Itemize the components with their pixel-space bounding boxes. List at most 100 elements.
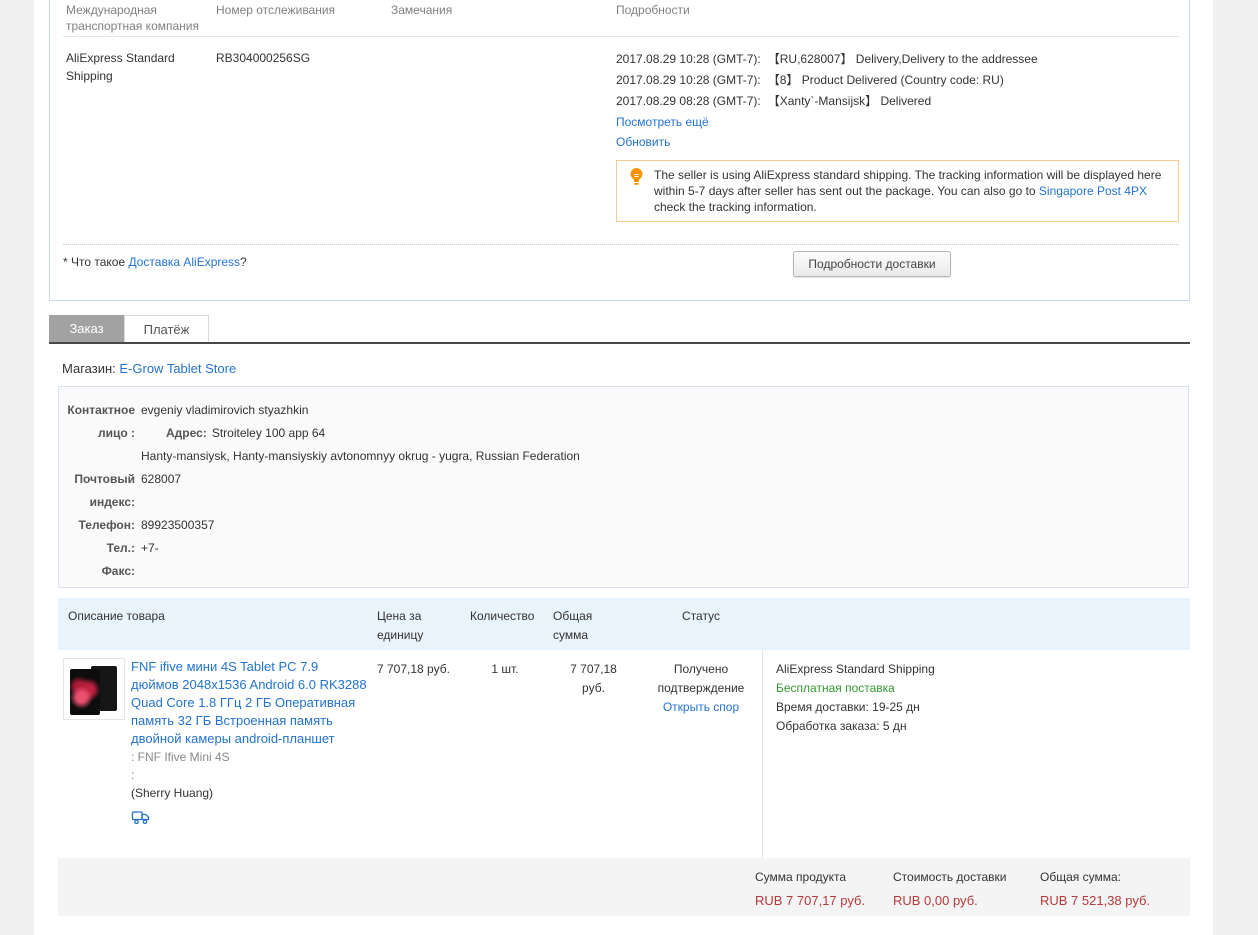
contact-city-value: Hanty-mansiysk, Hanty-mansiyskiy avtonom…	[141, 449, 580, 463]
order-status: подтверждение	[657, 681, 745, 695]
event-description: 【Xanty`-Mansijsk】 Delivered	[767, 94, 932, 108]
order-tabs: Заказ Платёж	[49, 315, 1190, 344]
product-row: FNF ifive мини 4S Tablet PC 7.9 дюймов 2…	[58, 650, 1190, 858]
store-line: Магазин: E-Grow Tablet Store	[62, 361, 1213, 376]
quantity: 1 шт.	[491, 662, 519, 676]
tracking-header-row: Международная транспортная компания Номе…	[63, 0, 1179, 37]
tracking-event: 2017.08.29 08:28 (GMT-7): 【Xanty`-Mansijs…	[616, 91, 1179, 112]
tab-payment[interactable]: Платёж	[124, 315, 209, 342]
unit-price: 7 707,18 руб.	[377, 662, 450, 676]
contact-label: Факс:	[101, 564, 135, 578]
contact-label: Контактное	[67, 403, 135, 417]
notice-text-after: check the tracking information.	[654, 200, 817, 214]
singapore-post-link[interactable]: Singapore Post 4PX	[1039, 184, 1147, 198]
event-time: 2017.08.29 10:28 (GMT-7):	[616, 52, 761, 66]
column-header-status: Статус	[682, 609, 720, 623]
what-is-shipping-link[interactable]: Доставка AliExpress	[128, 255, 240, 269]
shipping-truck-icon[interactable]	[131, 810, 150, 828]
total-item-product: Сумма продукта RUB 7 707,17 руб.	[755, 870, 893, 916]
open-dispute-link[interactable]: Открыть спор	[640, 698, 762, 717]
tracking-event: 2017.08.29 10:28 (GMT-7): 【RU,628007】 Del…	[616, 49, 1179, 70]
product-title-link[interactable]: FNF ifive мини 4S Tablet PC 7.9 дюймов 2…	[131, 658, 368, 748]
shipping-footer-row: * Что такое Доставка AliExpress? Подробн…	[63, 245, 1179, 300]
contact-empty-value	[141, 491, 1168, 514]
tracking-header-number: Номер отслеживания	[216, 3, 336, 17]
total-label: Общая сумма:	[1040, 870, 1121, 884]
total-item-shipping: Стоимость доставки RUB 0,00 руб.	[893, 870, 1040, 916]
total-value: RUB 7 521,38 руб.	[1040, 893, 1151, 908]
column-header-quantity: Количество	[470, 609, 535, 623]
tablet-front-graphic	[70, 669, 100, 715]
column-header-total: Общая сумма	[553, 609, 593, 642]
what-is-suffix: ?	[240, 255, 247, 269]
store-label: Магазин:	[62, 361, 116, 376]
tracking-number: RB304000256SG	[216, 51, 311, 65]
what-is-prefix: * Что такое	[63, 255, 129, 269]
total-item-grand: Общая сумма: RUB 7 521,38 руб.	[1040, 870, 1190, 916]
see-more-link[interactable]: Посмотреть ещё	[616, 112, 1179, 132]
product-variant: :	[131, 768, 135, 782]
total-label: Стоимость доставки	[893, 870, 1007, 884]
contact-fax-value	[141, 560, 1168, 583]
product-variant: : FNF Ifive Mini 4S	[131, 750, 230, 764]
total-value: RUB 0,00 руб.	[893, 893, 978, 908]
main-content: Международная транспортная компания Номе…	[34, 0, 1213, 935]
order-table-header: Описание товара Цена за единицу Количест…	[58, 598, 1190, 650]
product-description-cell: FNF ifive мини 4S Tablet PC 7.9 дюймов 2…	[58, 650, 368, 858]
contact-label	[59, 445, 135, 468]
event-description: 【8】 Product Delivered (Country code: RU)	[767, 73, 1004, 87]
total-price: 7 707,18 руб.	[547, 650, 640, 858]
contact-label: Почтовый	[74, 472, 135, 486]
contact-label: Тел.:	[106, 541, 135, 555]
tracking-panel: Международная транспортная компания Номе…	[49, 0, 1190, 301]
shipping-info-cell: AliExpress Standard Shipping Бесплатная …	[762, 650, 1190, 858]
tracking-remarks	[388, 49, 616, 222]
free-shipping-label: Бесплатная поставка	[776, 681, 895, 695]
contact-address-value: Адрес: Stroiteley 100 app 64	[141, 422, 1168, 445]
processing-time: Обработка заказа: 5 дн	[776, 719, 907, 733]
product-info: FNF ifive мини 4S Tablet PC 7.9 дюймов 2…	[131, 650, 368, 858]
contact-tel-value: +7-	[141, 541, 159, 555]
event-description: 【RU,628007】 Delivery,Delivery to the add…	[767, 52, 1038, 66]
tracking-event: 2017.08.29 10:28 (GMT-7): 【8】 Product Del…	[616, 70, 1179, 91]
total-value: RUB 7 707,17 руб.	[755, 893, 866, 908]
address-label: Адрес:	[166, 426, 207, 440]
event-time: 2017.08.29 10:28 (GMT-7):	[616, 73, 761, 87]
order-status-cell: Получено подтверждение Открыть спор	[640, 650, 762, 858]
what-is-shipping-note: * Что такое Доставка AliExpress?	[63, 255, 247, 269]
tracking-header-details: Подробности	[616, 3, 690, 17]
contact-grid: Контактное evgeniy vladimirovich styazhk…	[59, 399, 1168, 583]
store-link[interactable]: E-Grow Tablet Store	[119, 361, 236, 376]
refresh-link[interactable]: Обновить	[616, 132, 1179, 152]
tab-order[interactable]: Заказ	[49, 315, 124, 342]
contact-zip-value: 628007	[141, 472, 182, 486]
column-header-unit-price: Цена за единицу	[377, 609, 424, 642]
contact-label: индекс:	[89, 495, 135, 509]
shipping-details-button[interactable]: Подробности доставки	[793, 251, 951, 277]
delivery-time: Время доставки: 19-25 дн	[776, 700, 920, 714]
lightbulb-icon	[630, 168, 643, 189]
product-seller: (Sherry Huang)	[131, 786, 214, 800]
shipping-method: AliExpress Standard Shipping	[776, 662, 935, 676]
tracking-data-row: AliExpress Standard Shipping RB304000256…	[63, 37, 1179, 222]
order-status: Получено	[673, 662, 729, 676]
tracking-header-carrier: Международная транспортная компания	[66, 3, 199, 33]
contact-info-panel: Контактное evgeniy vladimirovich styazhk…	[58, 386, 1189, 588]
carrier-name: AliExpress Standard Shipping	[66, 51, 175, 83]
contact-label: лицо :	[97, 426, 135, 440]
shipping-notice: The seller is using AliExpress standard …	[616, 160, 1179, 222]
order-table: Описание товара Цена за единицу Количест…	[58, 598, 1190, 916]
contact-name-value: evgeniy vladimirovich styazhkin	[141, 403, 309, 417]
totals-bar: Сумма продукта RUB 7 707,17 руб. Стоимос…	[58, 858, 1190, 916]
total-price-amount: 7 707,18	[570, 662, 617, 676]
tracking-header-remarks: Замечания	[391, 3, 453, 17]
column-header-shipping	[762, 607, 1190, 650]
tracking-details-cell: 2017.08.29 10:28 (GMT-7): 【RU,628007】 Del…	[616, 49, 1179, 222]
contact-phone-value: 89923500357	[141, 518, 215, 532]
product-image[interactable]	[63, 658, 125, 720]
total-price-currency: руб.	[582, 681, 605, 695]
event-time: 2017.08.29 08:28 (GMT-7):	[616, 94, 761, 108]
address-text: Stroiteley 100 app 64	[211, 426, 326, 440]
total-label: Сумма продукта	[755, 870, 847, 884]
contact-label: Телефон:	[78, 518, 135, 532]
